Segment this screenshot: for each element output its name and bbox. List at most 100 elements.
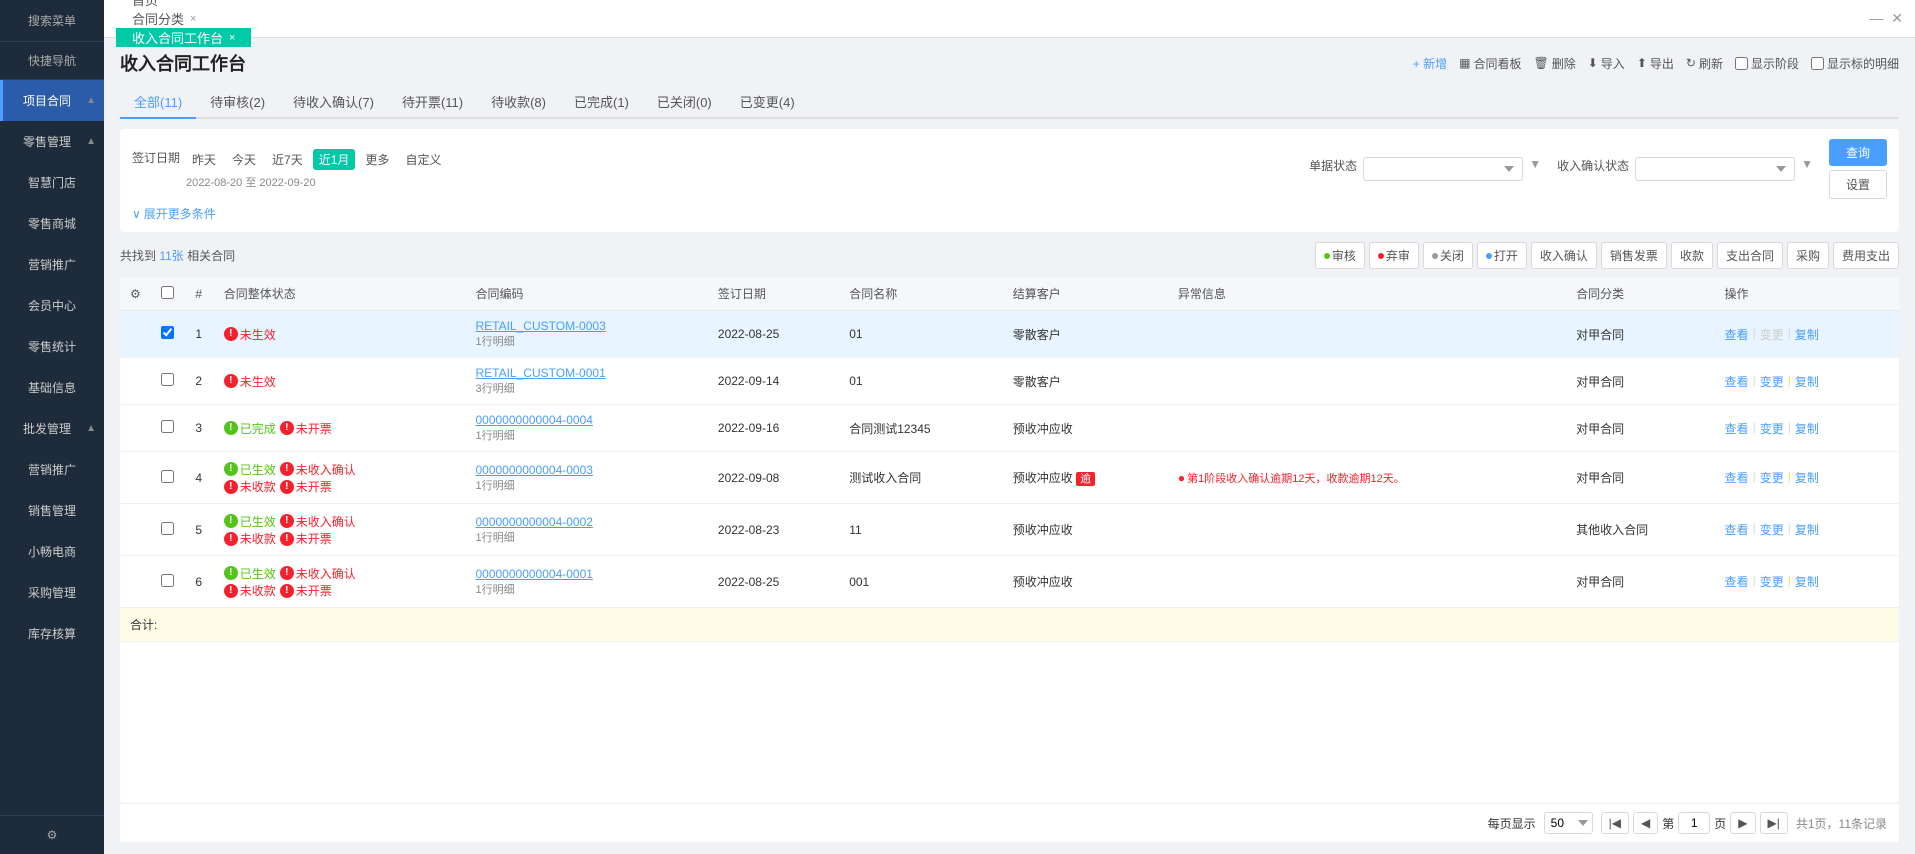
- sidebar-quick-nav[interactable]: 快捷导航: [0, 42, 104, 80]
- action-btn-out_contract[interactable]: 支出合同: [1717, 242, 1783, 269]
- op-edit-btn[interactable]: 变更: [1760, 521, 1784, 538]
- add-button[interactable]: + 新增: [1413, 55, 1447, 72]
- sidebar-item-smart[interactable]: 智慧门店: [0, 162, 104, 203]
- sidebar-item-basic[interactable]: 基础信息: [0, 367, 104, 408]
- page-number-input[interactable]: [1678, 812, 1710, 834]
- action-btn-expense[interactable]: 费用支出: [1833, 242, 1899, 269]
- tab-close-icon[interactable]: ×: [190, 13, 196, 25]
- sub-tab-pending_confirm[interactable]: 待收入确认(7): [279, 86, 388, 117]
- sidebar-item-xiaochang[interactable]: 小畅电商: [0, 531, 104, 572]
- refresh-button[interactable]: ↻ 刷新: [1686, 55, 1723, 72]
- op-copy-btn[interactable]: 复制: [1795, 469, 1819, 486]
- sidebar-item-mall[interactable]: 零售商城: [0, 203, 104, 244]
- sub-tab-pending_invoice[interactable]: 待开票(11): [388, 86, 477, 117]
- op-view-btn[interactable]: 查看: [1725, 326, 1749, 343]
- row-check-input[interactable]: [161, 326, 174, 339]
- row-checkbox[interactable]: [151, 452, 184, 504]
- op-edit-btn[interactable]: 变更: [1760, 373, 1784, 390]
- action-btn-close[interactable]: 关闭: [1423, 242, 1473, 269]
- action-btn-purchase[interactable]: 采购: [1787, 242, 1829, 269]
- sidebar-item-wholesale[interactable]: 批发管理▲: [0, 408, 104, 449]
- sub-tab-all[interactable]: 全部(11): [120, 86, 196, 119]
- row-check-input[interactable]: [161, 420, 174, 433]
- action-btn-print[interactable]: 打开: [1477, 242, 1527, 269]
- op-copy-btn[interactable]: 复制: [1795, 373, 1819, 390]
- row-settings[interactable]: [120, 504, 151, 556]
- row-checkbox[interactable]: [151, 358, 184, 405]
- op-view-btn[interactable]: 查看: [1725, 373, 1749, 390]
- sub-tab-pending_payment[interactable]: 待收款(8): [477, 86, 560, 117]
- income-confirm-select[interactable]: [1635, 157, 1795, 181]
- op-copy-btn[interactable]: 复制: [1795, 573, 1819, 590]
- export-button[interactable]: ⬆ 导出: [1637, 55, 1674, 72]
- doc-status-select[interactable]: [1363, 157, 1523, 181]
- contract-code-link[interactable]: 0000000000004-0001: [475, 567, 592, 581]
- contract-code-link[interactable]: RETAIL_CUSTOM-0001: [475, 366, 605, 380]
- sidebar-item-inventory[interactable]: 库存核算: [0, 613, 104, 654]
- op-copy-btn[interactable]: 复制: [1795, 420, 1819, 437]
- contract-code-link[interactable]: 0000000000004-0003: [475, 463, 592, 477]
- sidebar-item-sales[interactable]: 销售管理: [0, 490, 104, 531]
- row-checkbox[interactable]: [151, 556, 184, 608]
- page-prev-button[interactable]: ◀: [1633, 812, 1658, 834]
- row-check-input[interactable]: [161, 574, 174, 587]
- action-btn-sales_invoice[interactable]: 销售发票: [1601, 242, 1667, 269]
- contract-code-link[interactable]: 0000000000004-0002: [475, 515, 592, 529]
- row-settings[interactable]: [120, 405, 151, 452]
- date-option-自定义[interactable]: 自定义: [399, 149, 447, 170]
- op-copy-btn[interactable]: 复制: [1795, 326, 1819, 343]
- board-button[interactable]: ▦ 合同看板: [1459, 55, 1521, 72]
- op-view-btn[interactable]: 查看: [1725, 420, 1749, 437]
- sub-tab-closed[interactable]: 已关闭(0): [643, 86, 726, 117]
- date-option-更多[interactable]: 更多: [359, 149, 395, 170]
- row-checkbox[interactable]: [151, 311, 184, 358]
- page-size-select[interactable]: 50 20 100: [1544, 812, 1593, 834]
- action-btn-income_confirm[interactable]: 收入确认: [1531, 242, 1597, 269]
- expand-filter-button[interactable]: ∨ 展开更多条件: [132, 205, 1887, 222]
- op-edit-btn[interactable]: 变更: [1760, 469, 1784, 486]
- row-checkbox[interactable]: [151, 504, 184, 556]
- op-edit-btn[interactable]: 变更: [1760, 420, 1784, 437]
- tab-close-icon[interactable]: ×: [229, 32, 235, 44]
- action-btn-payment[interactable]: 收款: [1671, 242, 1713, 269]
- date-option-今天[interactable]: 今天: [226, 149, 262, 170]
- op-edit-btn[interactable]: 变更: [1760, 326, 1784, 343]
- row-settings[interactable]: [120, 358, 151, 405]
- sidebar-item-retail[interactable]: 零售管理▲: [0, 121, 104, 162]
- row-checkbox[interactable]: [151, 405, 184, 452]
- show-detail-input[interactable]: [1811, 57, 1824, 70]
- window-close[interactable]: ✕: [1891, 10, 1903, 27]
- date-option-昨天[interactable]: 昨天: [186, 149, 222, 170]
- sidebar-item-member[interactable]: 会员中心: [0, 285, 104, 326]
- tab-home[interactable]: 首页: [116, 0, 251, 9]
- sidebar-item-marketing[interactable]: 营销推广: [0, 244, 104, 285]
- sidebar-item-project[interactable]: 项目合同▲: [0, 80, 104, 121]
- row-settings[interactable]: [120, 452, 151, 504]
- row-settings[interactable]: [120, 311, 151, 358]
- row-check-input[interactable]: [161, 522, 174, 535]
- tab-income_workbench[interactable]: 收入合同工作台×: [116, 28, 251, 47]
- query-button[interactable]: 查询: [1829, 139, 1887, 166]
- sub-tab-pending_review[interactable]: 待审核(2): [196, 86, 279, 117]
- row-check-input[interactable]: [161, 470, 174, 483]
- date-option-近7天[interactable]: 近7天: [266, 149, 309, 170]
- op-view-btn[interactable]: 查看: [1725, 573, 1749, 590]
- window-minimize[interactable]: —: [1869, 10, 1883, 27]
- sidebar-settings[interactable]: ⚙: [0, 815, 104, 854]
- show-detail-checkbox[interactable]: 显示标的明细: [1811, 55, 1899, 72]
- sidebar-item-sales_mkt[interactable]: 营销推广: [0, 449, 104, 490]
- date-option-近1月[interactable]: 近1月: [313, 149, 356, 170]
- sub-tab-changed[interactable]: 已变更(4): [726, 86, 809, 117]
- tab-contract_cat[interactable]: 合同分类×: [116, 9, 251, 28]
- col-settings[interactable]: ⚙: [120, 277, 151, 311]
- sidebar-item-stats[interactable]: 零售统计: [0, 326, 104, 367]
- contract-code-link[interactable]: RETAIL_CUSTOM-0003: [475, 319, 605, 333]
- select-all-checkbox[interactable]: [161, 286, 174, 299]
- show-stage-checkbox[interactable]: 显示阶段: [1735, 55, 1799, 72]
- page-last-button[interactable]: ▶|: [1760, 812, 1788, 834]
- filter-setting-button[interactable]: 设置: [1829, 170, 1887, 199]
- action-btn-review[interactable]: 审核: [1315, 242, 1365, 269]
- page-first-button[interactable]: |◀: [1601, 812, 1629, 834]
- contract-code-link[interactable]: 0000000000004-0004: [475, 413, 592, 427]
- row-check-input[interactable]: [161, 373, 174, 386]
